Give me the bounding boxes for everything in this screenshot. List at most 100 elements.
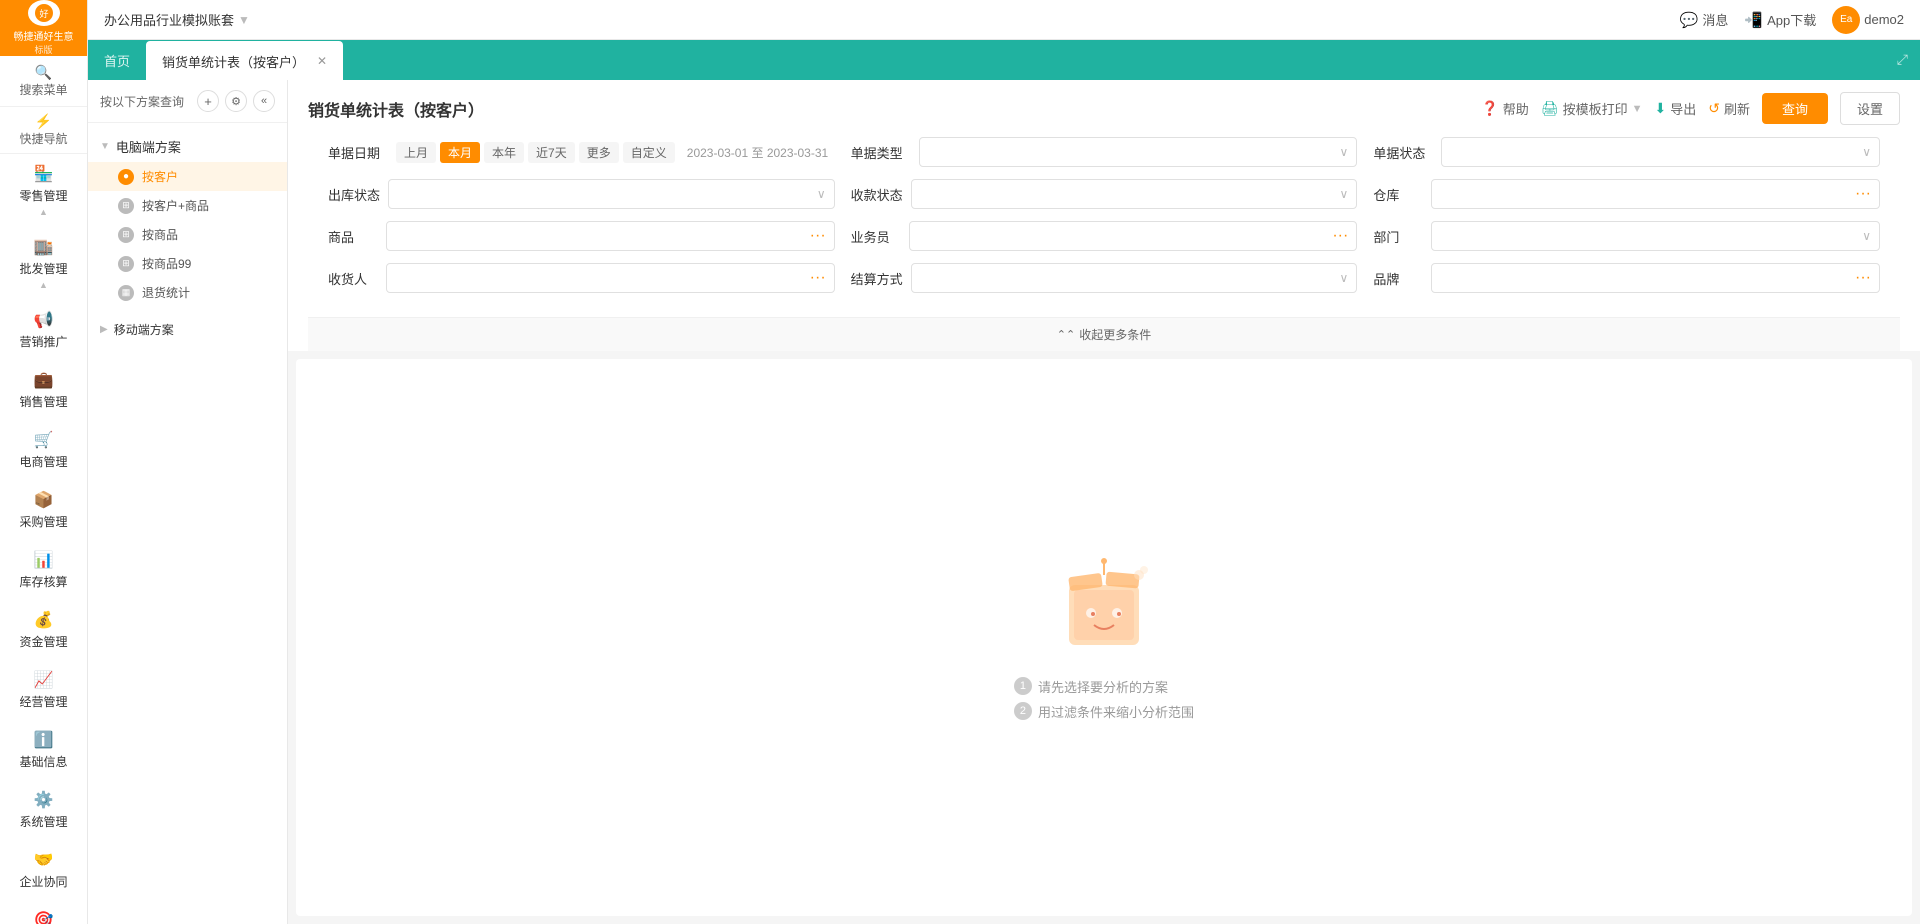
ship-status-select[interactable]: ∨	[388, 179, 835, 209]
empty-hint-2: 2 用过滤条件来缩小分析范围	[1014, 702, 1194, 721]
type-arrow-icon: ∨	[1340, 145, 1349, 159]
sidebar-item-business[interactable]: 📈 经营管理	[0, 660, 87, 720]
procurement-icon: 📦	[34, 490, 54, 510]
collapse-btn[interactable]: ⌃⌃ 收起更多条件	[308, 317, 1900, 351]
content-area: 按以下方案查询 + ⚙ « ▼ 电脑端方案	[88, 80, 1920, 924]
settings-scheme-btn[interactable]: ⚙	[225, 90, 247, 112]
svg-text:好: 好	[39, 8, 48, 19]
tab-close-icon[interactable]: ✕	[317, 54, 327, 68]
print-btn[interactable]: 🖨 按模板打印 ▼	[1541, 99, 1643, 118]
empty-svg	[1044, 555, 1164, 665]
date-tab-more[interactable]: 更多	[579, 142, 619, 163]
refresh-btn[interactable]: ↺ 刷新	[1708, 99, 1750, 118]
sidebar-item-basic[interactable]: ℹ️ 基础信息	[0, 720, 87, 780]
date-tab-this-year[interactable]: 本年	[484, 142, 524, 163]
type-select[interactable]: ∨	[919, 137, 1358, 167]
tab-sales-stat[interactable]: 销货单统计表（按客户） ✕	[146, 41, 343, 81]
settings-button[interactable]: 设置	[1840, 92, 1900, 125]
status-filter-group: 单据状态 ∨	[1373, 137, 1880, 167]
warehouse-select[interactable]: ···	[1431, 179, 1880, 209]
basic-icon: ℹ️	[34, 730, 54, 750]
help-icon: ❓	[1481, 100, 1498, 117]
message-btn[interactable]: 💬 消息	[1680, 10, 1729, 29]
date-tab-7days[interactable]: 近7天	[528, 142, 575, 163]
left-panel-header: 按以下方案查询 + ⚙ «	[88, 80, 287, 123]
empty-hint-1: 1 请先选择要分析的方案	[1014, 677, 1168, 696]
receiver-select[interactable]: ···	[386, 263, 835, 293]
ship-status-field: 出库状态 ∨	[328, 179, 835, 209]
warehouse-label: 仓库	[1373, 185, 1423, 204]
sidebar-item-ecommerce[interactable]: 🛒 电商管理	[0, 420, 87, 480]
desktop-schemes: ▼ 电脑端方案 ● 按客户 ⊞ 按客户+商品 ⊞ 按商品 ⊞ 按商品99	[88, 123, 287, 315]
status-select[interactable]: ∨	[1441, 137, 1880, 167]
export-btn[interactable]: ⬇ 导出	[1654, 99, 1696, 118]
settlement-select[interactable]: ∨	[911, 263, 1358, 293]
ship-status-label: 出库状态	[328, 185, 380, 204]
scheme-product-icon: ⊞	[118, 227, 134, 243]
query-button[interactable]: 查询	[1762, 93, 1828, 124]
sidebar-item-marketing[interactable]: 📢 营销推广	[0, 300, 87, 360]
sidebar-item-inventory[interactable]: 📊 库存核算	[0, 540, 87, 600]
scheme-by-product[interactable]: ⊞ 按商品	[88, 220, 287, 249]
scheme-refund-stat[interactable]: ▦ 退货统计	[88, 278, 287, 307]
help-btn[interactable]: ❓ 帮助	[1481, 99, 1528, 118]
scheme-by-product-99[interactable]: ⊞ 按商品99	[88, 249, 287, 278]
mobile-group-title[interactable]: ▶ 移动端方案	[88, 315, 287, 344]
filter-row-3: 商品 ··· 业务员 ··· 部门	[328, 221, 1880, 251]
tab-maximize-btn[interactable]: ⤢	[1897, 51, 1908, 69]
date-tab-this-month[interactable]: 本月	[440, 142, 480, 163]
department-select[interactable]: ∨	[1431, 221, 1880, 251]
payment-status-field: 收款状态 ∨	[851, 179, 1358, 209]
type-label: 单据类型	[851, 143, 911, 162]
scheme-cp-icon: ⊞	[118, 198, 134, 214]
tab-home[interactable]: 首页	[88, 40, 146, 80]
sidebar-item-enterprise[interactable]: 🤝 企业协同	[0, 840, 87, 900]
quick-nav[interactable]: ⚡ 快捷导航	[0, 107, 87, 154]
search-menu[interactable]: 🔍 搜索菜单	[0, 56, 87, 107]
avatar: Ea	[1832, 6, 1860, 34]
payment-status-select[interactable]: ∨	[911, 179, 1358, 209]
dropdown-arrow-icon: ▼	[238, 13, 250, 27]
payment-status-label: 收款状态	[851, 185, 903, 204]
sidebar-item-sales[interactable]: 💼 销售管理	[0, 360, 87, 420]
right-content: 销货单统计表（按客户） ❓ 帮助 🖨 按模板打印 ▼ ⬇	[288, 80, 1920, 924]
app-download-btn[interactable]: 📲 App下载	[1744, 10, 1816, 29]
export-icon: ⬇	[1654, 100, 1666, 117]
inventory-icon: 📊	[34, 550, 54, 570]
sidebar-item-finance[interactable]: 💰 资金管理	[0, 600, 87, 660]
product-select[interactable]: ···	[386, 221, 835, 251]
hint-number-1: 1	[1014, 677, 1032, 695]
empty-illustration	[1044, 555, 1164, 665]
sidebar-item-procurement[interactable]: 📦 采购管理	[0, 480, 87, 540]
marketing-icon: 📢	[34, 310, 54, 330]
product-label: 商品	[328, 227, 378, 246]
company-selector[interactable]: 办公用品行业模拟账套 ▼	[104, 10, 250, 29]
sidebar-item-newbie[interactable]: 🎯 新手引导	[0, 900, 87, 924]
page-header: 销货单统计表（按客户） ❓ 帮助 🖨 按模板打印 ▼ ⬇	[288, 80, 1920, 351]
brand-select[interactable]: ···	[1431, 263, 1880, 293]
warehouse-dots-icon: ···	[1855, 185, 1871, 203]
scheme-by-customer[interactable]: ● 按客户	[88, 162, 287, 191]
ship-arrow-icon: ∨	[817, 187, 826, 201]
date-tab-custom[interactable]: 自定义	[623, 142, 675, 163]
filter-area: 单据日期 上月 本月 本年 近7天 更多 自定义 2023-03-01 至 20…	[308, 137, 1900, 317]
page-title-row: 销货单统计表（按客户） ❓ 帮助 🖨 按模板打印 ▼ ⬇	[308, 92, 1900, 125]
department-arrow-icon: ∨	[1862, 229, 1871, 243]
add-scheme-btn[interactable]: +	[197, 90, 219, 112]
newbie-icon: 🎯	[34, 910, 54, 924]
sidebar-item-retail[interactable]: 🏪 零售管理 ▲	[0, 154, 87, 227]
sidebar-item-system[interactable]: ⚙️ 系统管理	[0, 780, 87, 840]
salesperson-select[interactable]: ···	[909, 221, 1358, 251]
scheme-by-customer-product[interactable]: ⊞ 按客户+商品	[88, 191, 287, 220]
left-panel-actions: + ⚙ «	[197, 90, 275, 112]
user-menu[interactable]: Ea demo2	[1832, 6, 1904, 34]
print-icon: 🖨	[1541, 100, 1559, 117]
header-left: 办公用品行业模拟账套 ▼	[104, 10, 250, 29]
page-title: 销货单统计表（按客户）	[308, 97, 484, 121]
enterprise-icon: 🤝	[34, 850, 54, 870]
collapse-panel-btn[interactable]: «	[253, 90, 275, 112]
desktop-group-title[interactable]: ▼ 电脑端方案	[88, 131, 287, 162]
sidebar-item-wholesale[interactable]: 🏬 批发管理 ▲	[0, 227, 87, 300]
date-tab-last-month[interactable]: 上月	[396, 142, 436, 163]
scheme-p99-icon: ⊞	[118, 256, 134, 272]
